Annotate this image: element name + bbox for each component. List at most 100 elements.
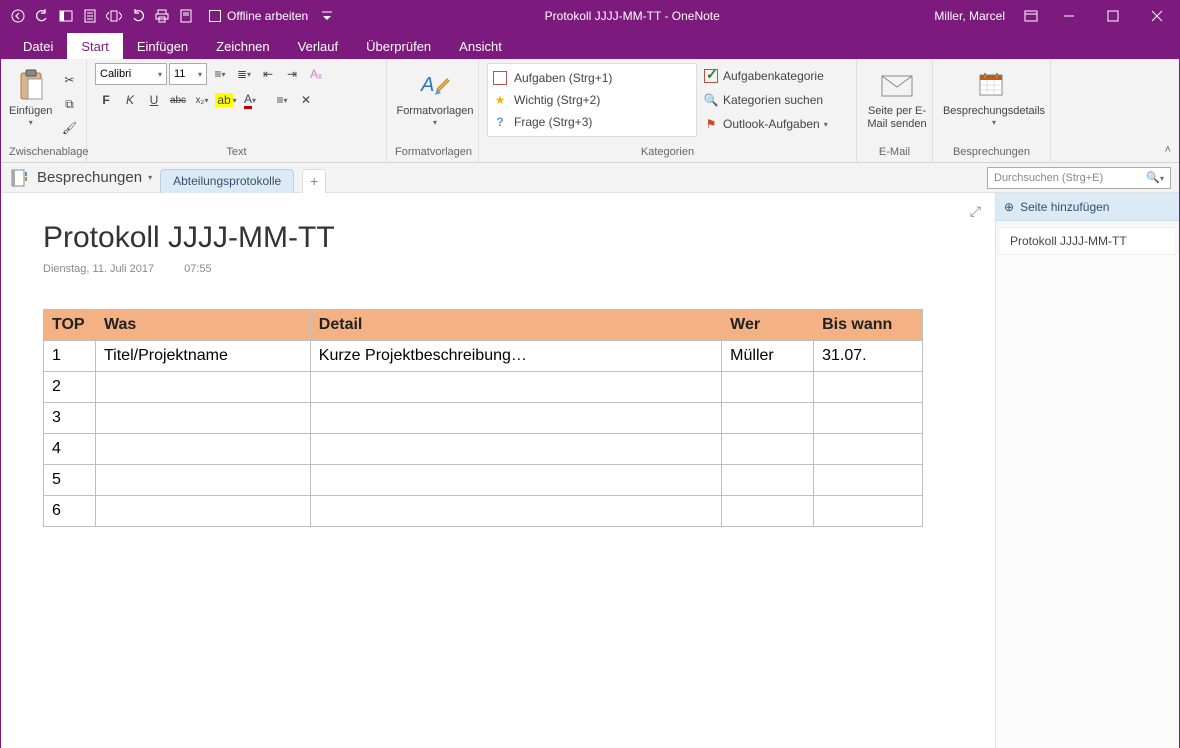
- numbering-button[interactable]: ≣▾: [233, 63, 255, 85]
- page-canvas[interactable]: ⤢ Protokoll JJJJ-MM-TT Dienstag, 11. Jul…: [1, 193, 995, 748]
- close-button[interactable]: [1135, 1, 1179, 31]
- maximize-button[interactable]: [1091, 1, 1135, 31]
- meeting-details-button[interactable]: Besprechungsdetails ▾: [941, 63, 1047, 127]
- group-email: Seite per E-Mail senden E-Mail: [857, 59, 933, 162]
- find-tags-button[interactable]: 🔍Kategorien suchen: [703, 89, 828, 111]
- bullets-button[interactable]: ≡▾: [209, 63, 231, 85]
- styles-button[interactable]: A Formatvorlagen ▾: [395, 63, 475, 127]
- tab-start[interactable]: Start: [67, 33, 122, 59]
- tag-question[interactable]: ?Frage (Strg+3): [492, 111, 692, 133]
- add-page-button[interactable]: ⊕ Seite hinzufügen: [996, 193, 1179, 221]
- offline-work-toggle[interactable]: Offline arbeiten: [203, 9, 314, 23]
- format-painter-button[interactable]: 🖌: [58, 117, 80, 139]
- table-row[interactable]: 4: [44, 434, 923, 465]
- undo-button[interactable]: [31, 5, 53, 27]
- tag-important[interactable]: ★Wichtig (Strg+2): [492, 89, 692, 111]
- table-row[interactable]: 5: [44, 465, 923, 496]
- tab-einfuegen[interactable]: Einfügen: [123, 33, 202, 59]
- back-button[interactable]: [7, 5, 29, 27]
- tag-gallery[interactable]: Aufgaben (Strg+1) ★Wichtig (Strg+2) ?Fra…: [487, 63, 697, 137]
- print-button[interactable]: [151, 5, 173, 27]
- user-name[interactable]: Miller, Marcel: [924, 9, 1015, 23]
- th-wer[interactable]: Wer: [722, 310, 814, 341]
- paste-button[interactable]: Einfügen ▾: [9, 63, 52, 127]
- th-top[interactable]: TOP: [44, 310, 96, 341]
- delete-button[interactable]: ✕: [295, 89, 317, 111]
- align-button[interactable]: ≡▾: [271, 89, 293, 111]
- tag-category-button[interactable]: Aufgabenkategorie: [703, 65, 828, 87]
- notebook-icon[interactable]: [9, 168, 29, 188]
- group-tags: Aufgaben (Strg+1) ★Wichtig (Strg+2) ?Fra…: [479, 59, 857, 162]
- subscript-button[interactable]: x₂▾: [191, 89, 213, 111]
- table-header-row: TOP Was Detail Wer Bis wann: [44, 310, 923, 341]
- redo-button[interactable]: [127, 5, 149, 27]
- window-title: Protokoll JJJJ-MM-TT - OneNote: [340, 9, 924, 23]
- tab-verlauf[interactable]: Verlauf: [284, 33, 352, 59]
- search-icon: 🔍▾: [1146, 171, 1164, 184]
- copy-button[interactable]: ⧉: [58, 93, 80, 115]
- outdent-button[interactable]: ⇤: [257, 63, 279, 85]
- bold-button[interactable]: F: [95, 89, 117, 111]
- group-text: Calibri▾ 11▾ ≡▾ ≣▾ ⇤ ⇥ Aₓ F K U abc x₂▾ …: [87, 59, 387, 162]
- envelope-icon: [881, 69, 913, 101]
- search-input[interactable]: Durchsuchen (Strg+E) 🔍▾: [987, 167, 1171, 189]
- styles-label: Formatvorlagen: [396, 105, 473, 118]
- notebook-bar: Besprechungen▾ Abteilungsprotokolle + Du…: [1, 163, 1179, 193]
- protocol-table[interactable]: TOP Was Detail Wer Bis wann 1Titel/Proje…: [43, 309, 923, 527]
- table-row[interactable]: 1Titel/ProjektnameKurze Projektbeschreib…: [44, 341, 923, 372]
- table-row[interactable]: 2: [44, 372, 923, 403]
- add-section-button[interactable]: +: [302, 169, 326, 193]
- page-list-item[interactable]: Protokoll JJJJ-MM-TT: [1000, 227, 1175, 255]
- page-title[interactable]: Protokoll JJJJ-MM-TT: [43, 221, 953, 255]
- outlook-tasks-button[interactable]: ⚑Outlook-Aufgaben▾: [703, 113, 828, 135]
- group-email-label: E-Mail: [865, 144, 924, 160]
- qat-customize-dropdown[interactable]: [314, 10, 340, 22]
- window-controls: [1015, 1, 1179, 31]
- page-nav-button[interactable]: [103, 5, 125, 27]
- clipboard-icon: [15, 69, 47, 101]
- tab-ansicht[interactable]: Ansicht: [445, 33, 516, 59]
- group-clipboard-label: Zwischenablage: [9, 144, 78, 160]
- th-was[interactable]: Was: [95, 310, 310, 341]
- tab-datei[interactable]: Datei: [9, 33, 67, 59]
- strikethrough-button[interactable]: abc: [167, 89, 189, 111]
- tab-zeichnen[interactable]: Zeichnen: [202, 33, 283, 59]
- email-page-button[interactable]: Seite per E-Mail senden: [865, 63, 929, 130]
- collapse-ribbon-button[interactable]: ˄: [1165, 144, 1171, 156]
- add-page-label: Seite hinzufügen: [1020, 200, 1109, 214]
- underline-button[interactable]: U: [143, 89, 165, 111]
- group-text-label: Text: [95, 144, 378, 160]
- notes-button[interactable]: [79, 5, 101, 27]
- section-tab[interactable]: Abteilungsprotokolle: [160, 169, 294, 193]
- search-placeholder: Durchsuchen (Strg+E): [994, 172, 1103, 184]
- page-date[interactable]: Dienstag, 11. Juli 2017: [43, 263, 154, 275]
- paste-label: Einfügen: [9, 105, 52, 118]
- dock-button[interactable]: [55, 5, 77, 27]
- th-detail[interactable]: Detail: [310, 310, 721, 341]
- font-size-select[interactable]: 11▾: [169, 63, 207, 85]
- email-page-label: Seite per E-Mail senden: [865, 105, 929, 130]
- th-biswann[interactable]: Bis wann: [814, 310, 923, 341]
- expand-icon[interactable]: ⤢: [970, 203, 981, 220]
- table-row[interactable]: 3: [44, 403, 923, 434]
- tab-ueberpruefen[interactable]: Überprüfen: [352, 33, 445, 59]
- ribbon-display-button[interactable]: [1015, 1, 1047, 31]
- offline-work-label: Offline arbeiten: [227, 9, 308, 23]
- notebook-dropdown[interactable]: Besprechungen▾: [37, 169, 152, 186]
- font-name-select[interactable]: Calibri▾: [95, 63, 167, 85]
- indent-button[interactable]: ⇥: [281, 63, 303, 85]
- template-button[interactable]: [175, 5, 197, 27]
- svg-text:A: A: [420, 74, 434, 96]
- highlight-button[interactable]: ab▾: [215, 89, 237, 111]
- italic-button[interactable]: K: [119, 89, 141, 111]
- page-time[interactable]: 07:55: [184, 263, 212, 275]
- clear-format-button[interactable]: Aₓ: [305, 63, 327, 85]
- group-clipboard: Einfügen ▾ ✂ ⧉ 🖌 Zwischenablage: [1, 59, 87, 162]
- font-color-button[interactable]: A▾: [239, 89, 261, 111]
- minimize-button[interactable]: [1047, 1, 1091, 31]
- cut-button[interactable]: ✂: [58, 69, 80, 91]
- table-row[interactable]: 6: [44, 496, 923, 527]
- chevron-down-icon: ▾: [148, 173, 152, 182]
- tag-todo[interactable]: Aufgaben (Strg+1): [492, 67, 692, 89]
- main-area: ⤢ Protokoll JJJJ-MM-TT Dienstag, 11. Jul…: [1, 193, 1179, 748]
